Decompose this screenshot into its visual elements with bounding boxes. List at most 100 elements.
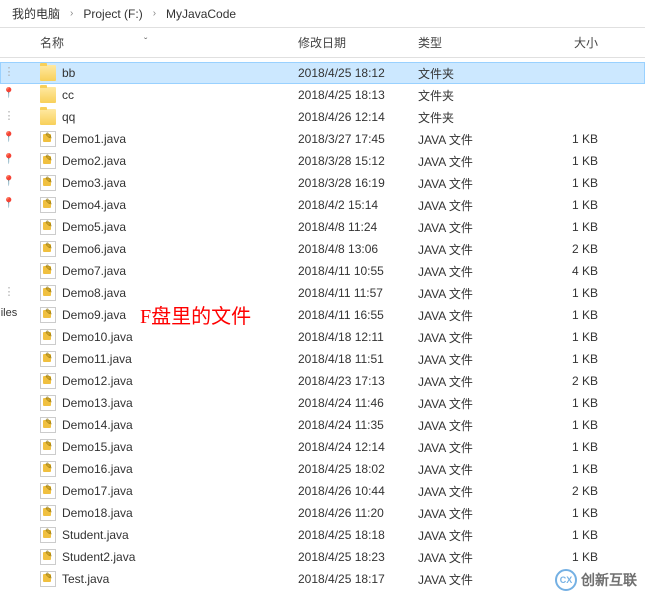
file-date: 2018/4/11 11:57 bbox=[298, 286, 418, 300]
file-row[interactable]: qq2018/4/26 12:14文件夹 bbox=[0, 106, 645, 128]
file-name: Demo13.java bbox=[62, 396, 133, 410]
file-name: Demo18.java bbox=[62, 506, 133, 520]
file-row[interactable]: Demo10.java2018/4/18 12:11JAVA 文件1 KB bbox=[0, 326, 645, 348]
java-file-icon bbox=[40, 505, 56, 521]
file-name: Demo12.java bbox=[62, 374, 133, 388]
file-name: Demo15.java bbox=[62, 440, 133, 454]
java-file-icon bbox=[40, 439, 56, 455]
column-type[interactable]: 类型 bbox=[418, 34, 538, 51]
file-type: JAVA 文件 bbox=[418, 263, 538, 280]
file-row[interactable]: Student.java2018/4/25 18:18JAVA 文件1 KB bbox=[0, 524, 645, 546]
column-name[interactable]: 名称 ˇ bbox=[40, 34, 298, 51]
java-file-icon bbox=[40, 197, 56, 213]
file-row[interactable]: Demo2.java2018/3/28 15:12JAVA 文件1 KB bbox=[0, 150, 645, 172]
file-row[interactable]: Demo13.java2018/4/24 11:46JAVA 文件1 KB bbox=[0, 392, 645, 414]
java-file-icon bbox=[40, 241, 56, 257]
java-file-icon bbox=[40, 417, 56, 433]
file-size: 2 KB bbox=[538, 242, 598, 256]
file-type: JAVA 文件 bbox=[418, 241, 538, 258]
file-date: 2018/4/26 11:20 bbox=[298, 506, 418, 520]
java-file-icon bbox=[40, 219, 56, 235]
file-size: 1 KB bbox=[538, 154, 598, 168]
file-date: 2018/4/18 11:51 bbox=[298, 352, 418, 366]
pin-icon[interactable]: 📍 bbox=[0, 192, 18, 214]
java-file-icon bbox=[40, 351, 56, 367]
file-size: 1 KB bbox=[538, 330, 598, 344]
file-row[interactable]: Demo5.java2018/4/8 11:24JAVA 文件1 KB bbox=[0, 216, 645, 238]
file-name: Demo9.java bbox=[62, 308, 126, 322]
file-size: 1 KB bbox=[538, 308, 598, 322]
file-date: 2018/4/25 18:18 bbox=[298, 528, 418, 542]
chevron-right-icon: › bbox=[64, 8, 79, 19]
file-type: JAVA 文件 bbox=[418, 351, 538, 368]
breadcrumb-item[interactable]: MyJavaCode bbox=[162, 5, 240, 23]
file-date: 2018/4/24 11:35 bbox=[298, 418, 418, 432]
file-row[interactable]: Demo16.java2018/4/25 18:02JAVA 文件1 KB bbox=[0, 458, 645, 480]
file-name: Test.java bbox=[62, 572, 109, 586]
file-type: 文件夹 bbox=[418, 65, 538, 82]
file-date: 2018/3/28 15:12 bbox=[298, 154, 418, 168]
file-date: 2018/4/26 10:44 bbox=[298, 484, 418, 498]
column-date[interactable]: 修改日期 bbox=[298, 34, 418, 51]
file-date: 2018/4/8 13:06 bbox=[298, 242, 418, 256]
breadcrumb-item[interactable]: 我的电脑 bbox=[8, 3, 64, 24]
file-row[interactable]: Demo11.java2018/4/18 11:51JAVA 文件1 KB bbox=[0, 348, 645, 370]
breadcrumb-item[interactable]: Project (F:) bbox=[79, 5, 146, 23]
file-row[interactable]: Demo12.java2018/4/23 17:13JAVA 文件2 KB bbox=[0, 370, 645, 392]
file-row[interactable]: bb2018/4/25 18:12文件夹 bbox=[0, 62, 645, 84]
file-date: 2018/4/25 18:23 bbox=[298, 550, 418, 564]
file-name: Demo14.java bbox=[62, 418, 133, 432]
file-row[interactable]: Demo8.java2018/4/11 11:57JAVA 文件1 KB bbox=[0, 282, 645, 304]
folder-icon bbox=[40, 65, 56, 81]
pin-icon[interactable]: 📍 bbox=[0, 170, 18, 192]
java-file-icon bbox=[40, 527, 56, 543]
file-name: Demo16.java bbox=[62, 462, 133, 476]
file-row[interactable]: Test.java2018/4/25 18:17JAVA 文件 bbox=[0, 568, 645, 590]
file-type: JAVA 文件 bbox=[418, 395, 538, 412]
java-file-icon bbox=[40, 153, 56, 169]
file-row[interactable]: Demo3.java2018/3/28 16:19JAVA 文件1 KB bbox=[0, 172, 645, 194]
file-row[interactable]: Student2.java2018/4/25 18:23JAVA 文件1 KB bbox=[0, 546, 645, 568]
java-file-icon bbox=[40, 373, 56, 389]
java-file-icon bbox=[40, 131, 56, 147]
file-row[interactable]: Demo17.java2018/4/26 10:44JAVA 文件2 KB bbox=[0, 480, 645, 502]
watermark: CX 创新互联 bbox=[555, 569, 637, 591]
pin-icon[interactable]: 📍 bbox=[0, 126, 18, 148]
watermark-text: 创新互联 bbox=[581, 570, 637, 590]
file-row[interactable]: Demo9.java2018/4/11 16:55JAVA 文件1 KB bbox=[0, 304, 645, 326]
file-name: Demo17.java bbox=[62, 484, 133, 498]
file-date: 2018/4/25 18:02 bbox=[298, 462, 418, 476]
file-row[interactable]: cc2018/4/25 18:13文件夹 bbox=[0, 84, 645, 106]
file-size: 1 KB bbox=[538, 352, 598, 366]
pin-icon[interactable]: 📍 bbox=[0, 148, 18, 170]
file-name: Demo8.java bbox=[62, 286, 126, 300]
file-row[interactable]: Demo4.java2018/4/2 15:14JAVA 文件1 KB bbox=[0, 194, 645, 216]
sort-indicator-icon: ˇ bbox=[144, 37, 147, 48]
file-name: Demo1.java bbox=[62, 132, 126, 146]
file-size: 1 KB bbox=[538, 528, 598, 542]
file-type: JAVA 文件 bbox=[418, 373, 538, 390]
pin-icon[interactable]: 📍 bbox=[0, 82, 18, 104]
file-row[interactable]: Demo14.java2018/4/24 11:35JAVA 文件1 KB bbox=[0, 414, 645, 436]
java-file-icon bbox=[40, 571, 56, 587]
file-row[interactable]: Demo15.java2018/4/24 12:14JAVA 文件1 KB bbox=[0, 436, 645, 458]
java-file-icon bbox=[40, 395, 56, 411]
file-date: 2018/4/18 12:11 bbox=[298, 330, 418, 344]
breadcrumb[interactable]: 我的电脑 › Project (F:) › MyJavaCode bbox=[0, 0, 645, 28]
file-list: bb2018/4/25 18:12文件夹cc2018/4/25 18:13文件夹… bbox=[0, 58, 645, 590]
java-file-icon bbox=[40, 175, 56, 191]
file-size: 1 KB bbox=[538, 220, 598, 234]
file-row[interactable]: Demo1.java2018/3/27 17:45JAVA 文件1 KB bbox=[0, 128, 645, 150]
file-date: 2018/4/11 10:55 bbox=[298, 264, 418, 278]
file-name: Student.java bbox=[62, 528, 129, 542]
file-name: cc bbox=[62, 88, 74, 102]
file-name: Demo3.java bbox=[62, 176, 126, 190]
file-row[interactable]: Demo7.java2018/4/11 10:55JAVA 文件4 KB bbox=[0, 260, 645, 282]
column-headers: 名称 ˇ 修改日期 类型 大小 bbox=[0, 28, 645, 58]
file-row[interactable]: Demo18.java2018/4/26 11:20JAVA 文件1 KB bbox=[0, 502, 645, 524]
file-type: JAVA 文件 bbox=[418, 153, 538, 170]
column-size[interactable]: 大小 bbox=[538, 34, 598, 51]
file-name: Demo5.java bbox=[62, 220, 126, 234]
java-file-icon bbox=[40, 285, 56, 301]
file-row[interactable]: Demo6.java2018/4/8 13:06JAVA 文件2 KB bbox=[0, 238, 645, 260]
